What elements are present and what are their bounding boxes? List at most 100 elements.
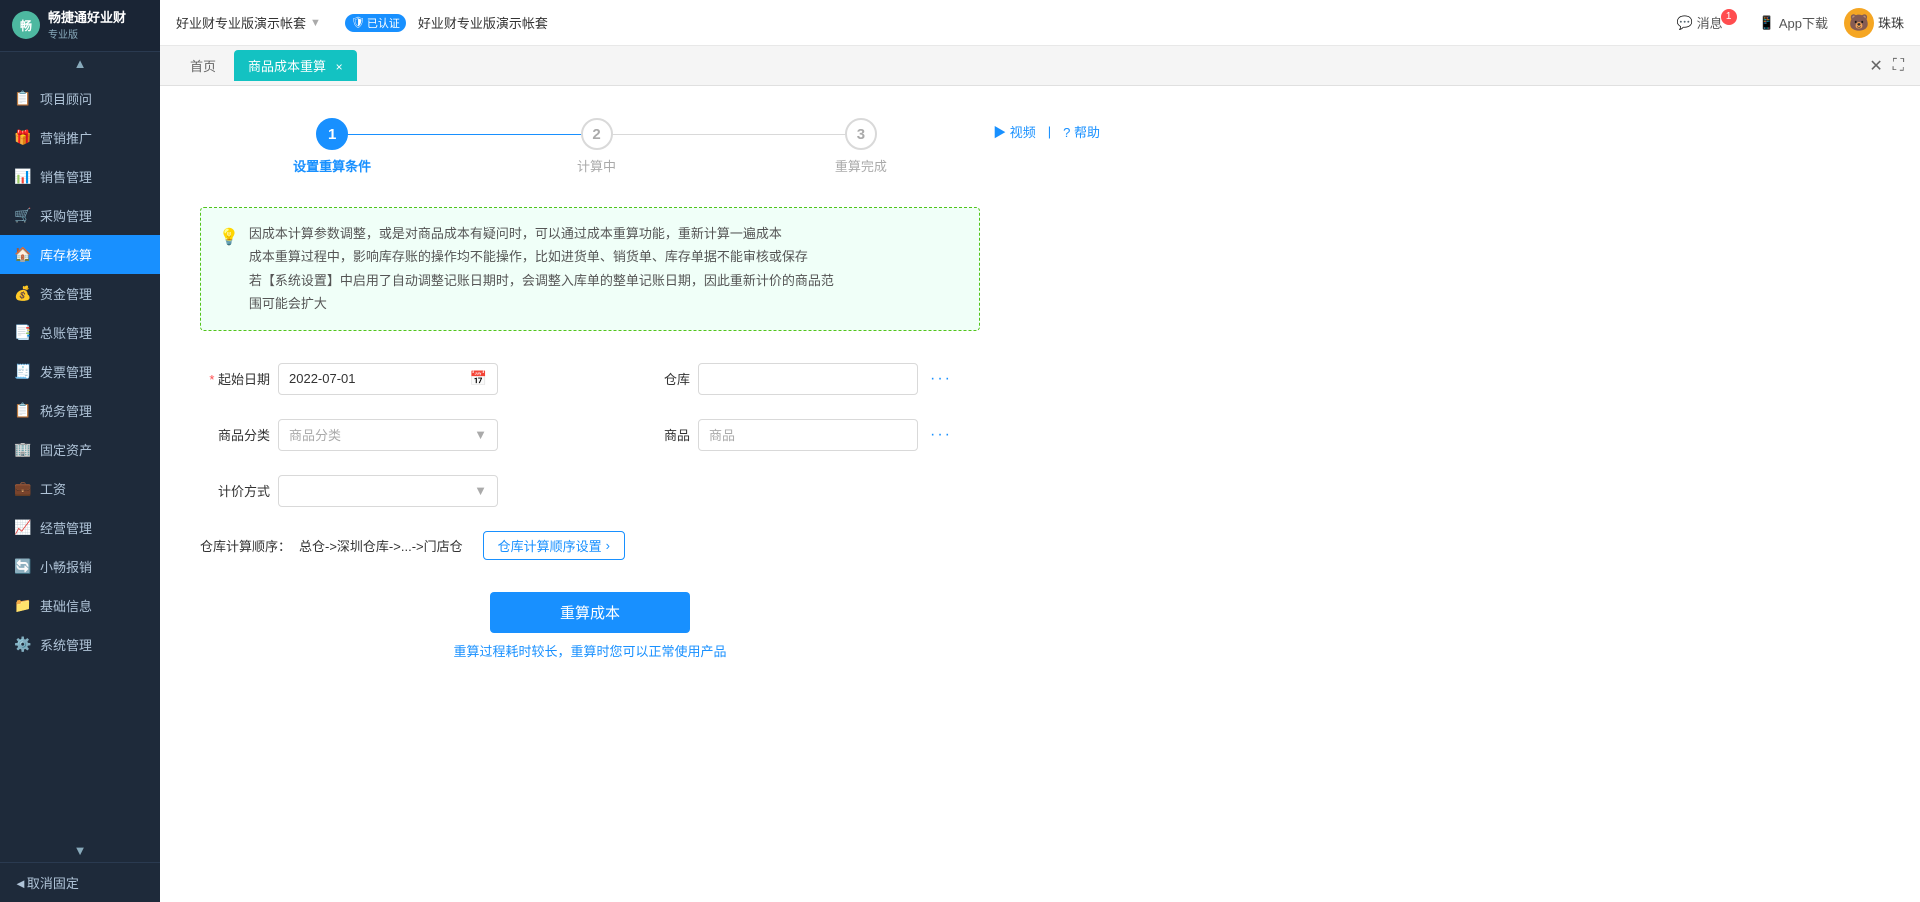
product-label: 商品: [620, 425, 690, 444]
step-2-label: 计算中: [577, 156, 616, 175]
category-select[interactable]: 商品分类 ▼: [278, 419, 498, 451]
topbar-left: 好业财专业版演示帐套 ▼ 🛡 已认证 好业财专业版演示帐套: [176, 13, 548, 32]
warehouse-order-setting-btn[interactable]: 仓库计算顺序设置 ›: [483, 531, 625, 560]
step-2-circle: 2: [581, 118, 613, 150]
tab-recalculate-label: 商品成本重算: [248, 59, 326, 74]
message-action[interactable]: 💬 消息 1: [1676, 13, 1742, 32]
step-3-label: 重算完成: [835, 156, 887, 175]
warehouse-more-icon[interactable]: ···: [930, 370, 952, 388]
notice-line1: 因成本计算参数调整，或是对商品成本有疑问时，可以通过成本重算功能，重新计算一遍成…: [249, 222, 834, 245]
sidebar: 畅 畅捷通好业财 专业版 ▲ 📋 项目顾问 🎁 营销推广 📊 销售管理 🛒 采购…: [0, 0, 160, 902]
sidebar-subtitle: 专业版: [48, 26, 126, 41]
price-method-select[interactable]: ▼: [278, 475, 498, 507]
submit-section: 重算成本 重算过程耗时较长，重算时您可以正常使用产品: [200, 592, 980, 660]
product-placeholder: 商品: [709, 425, 735, 444]
step-2: 2 计算中: [464, 118, 728, 175]
app-download-label: App下载: [1779, 13, 1828, 32]
expense-icon: 🔄: [14, 558, 32, 575]
basic-icon: 📁: [14, 597, 32, 614]
submit-hint: 重算过程耗时较长，重算时您可以正常使用产品: [200, 641, 980, 660]
stepper-steps: 1 设置重算条件 2 计算中 3 重算完成: [200, 118, 993, 175]
sidebar-item-label: 固定资产: [40, 440, 92, 459]
account-dropdown-arrow: ▼: [310, 17, 321, 29]
notice-icon: 💡: [219, 224, 239, 316]
step-3: 3 重算完成: [729, 118, 993, 175]
warehouse-input[interactable]: [698, 363, 918, 395]
sidebar-scroll-down[interactable]: ▼: [0, 839, 160, 862]
notice-text: 因成本计算参数调整，或是对商品成本有疑问时，可以通过成本重算功能，重新计算一遍成…: [249, 222, 834, 316]
tabbar: 首页 商品成本重算 × ✕ ⛶: [160, 46, 1920, 86]
sidebar-item-salary[interactable]: 💼 工资: [0, 469, 160, 508]
warehouse-order-arrow-icon: ›: [606, 538, 610, 553]
sidebar-unpin[interactable]: ◄取消固定: [0, 862, 160, 902]
stepper: 1 设置重算条件 2 计算中 3 重算完成 ▶ 视频 |: [200, 118, 1100, 175]
start-date-value: 2022-07-01: [289, 371, 356, 386]
sidebar-scroll-up[interactable]: ▲: [0, 52, 160, 75]
start-date-input[interactable]: 2022-07-01 📅: [278, 363, 498, 395]
unpin-label: ◄取消固定: [14, 873, 79, 892]
maximize-btn[interactable]: ⛶: [1893, 57, 1904, 75]
sidebar-item-project[interactable]: 📋 项目顾问: [0, 79, 160, 118]
app-download-action[interactable]: 📱 App下载: [1759, 13, 1828, 32]
tabbar-controls: ✕ ⛶: [1869, 56, 1904, 76]
user-profile[interactable]: 🐻 珠珠: [1844, 8, 1904, 38]
category-arrow-icon: ▼: [474, 427, 487, 442]
category-field: 商品分类 商品分类 ▼: [200, 419, 560, 451]
tab-recalculate[interactable]: 商品成本重算 ×: [234, 50, 357, 81]
sidebar-item-label: 工资: [40, 479, 66, 498]
purchase-icon: 🛒: [14, 207, 32, 224]
sidebar-item-label: 采购管理: [40, 206, 92, 225]
sidebar-item-assets[interactable]: 🏢 固定资产: [0, 430, 160, 469]
main-content: 好业财专业版演示帐套 ▼ 🛡 已认证 好业财专业版演示帐套 💬 消息 1 📱 A…: [160, 0, 1920, 902]
tab-close-icon[interactable]: ×: [336, 60, 343, 74]
close-tab-btn[interactable]: ✕: [1869, 56, 1882, 76]
sidebar-item-invoice[interactable]: 🧾 发票管理: [0, 352, 160, 391]
sidebar-item-label: 营销推广: [40, 128, 92, 147]
sidebar-item-marketing[interactable]: 🎁 营销推广: [0, 118, 160, 157]
calendar-icon[interactable]: 📅: [470, 370, 487, 387]
topbar-right: 💬 消息 1 📱 App下载 🐻 珠珠: [1676, 8, 1904, 38]
help-link[interactable]: ? 帮助: [1063, 122, 1100, 141]
sidebar-item-expense[interactable]: 🔄 小畅报销: [0, 547, 160, 586]
sidebar-item-purchase[interactable]: 🛒 采购管理: [0, 196, 160, 235]
sidebar-item-finance[interactable]: 💰 资金管理: [0, 274, 160, 313]
notice-line3: 若【系统设置】中启用了自动调整记账日期时，会调整入库单的整单记账日期，因此重新计…: [249, 269, 834, 292]
start-date-field: 起始日期 2022-07-01 📅: [200, 363, 560, 395]
tab-home[interactable]: 首页: [176, 50, 230, 81]
product-input[interactable]: 商品: [698, 419, 918, 451]
price-method-arrow-icon: ▼: [474, 483, 487, 498]
sidebar-item-label: 发票管理: [40, 362, 92, 381]
sidebar-nav: 📋 项目顾问 🎁 营销推广 📊 销售管理 🛒 采购管理 🏠 库存核算 💰 资金管…: [0, 75, 160, 839]
submit-btn-label: 重算成本: [560, 605, 620, 622]
sidebar-item-label: 总账管理: [40, 323, 92, 342]
tab-home-label: 首页: [190, 59, 216, 74]
stepper-help: ▶ 视频 | ? 帮助: [993, 118, 1100, 141]
product-more-icon[interactable]: ···: [930, 426, 952, 444]
sidebar-item-operation[interactable]: 📈 经营管理: [0, 508, 160, 547]
sidebar-item-accounting[interactable]: 📑 总账管理: [0, 313, 160, 352]
message-label: 消息: [1697, 13, 1723, 32]
sidebar-item-tax[interactable]: 📋 税务管理: [0, 391, 160, 430]
submit-btn[interactable]: 重算成本: [490, 592, 690, 633]
warehouse-order-label: 仓库计算顺序：: [200, 536, 291, 555]
account-selector[interactable]: 好业财专业版演示帐套 ▼: [176, 13, 321, 32]
company-name: 好业财专业版演示帐套: [418, 13, 548, 32]
video-link[interactable]: ▶ 视频: [993, 122, 1036, 141]
inventory-icon: 🏠: [14, 246, 32, 263]
avatar: 🐻: [1844, 8, 1874, 38]
sidebar-item-basic[interactable]: 📁 基础信息: [0, 586, 160, 625]
step-1-label: 设置重算条件: [293, 156, 371, 175]
user-name: 珠珠: [1878, 13, 1904, 32]
verified-badge: 🛡 已认证: [345, 14, 406, 32]
form-row-1: 起始日期 2022-07-01 📅 仓库 ···: [200, 363, 980, 395]
verified-text: 已认证: [367, 15, 400, 31]
sidebar-item-sales[interactable]: 📊 销售管理: [0, 157, 160, 196]
sidebar-item-inventory[interactable]: 🏠 库存核算: [0, 235, 160, 274]
sidebar-item-label: 项目顾问: [40, 89, 92, 108]
sidebar-item-label: 税务管理: [40, 401, 92, 420]
tax-icon: 📋: [14, 402, 32, 419]
step-1: 1 设置重算条件: [200, 118, 464, 175]
sidebar-item-system[interactable]: ⚙️ 系统管理: [0, 625, 160, 664]
sidebar-item-label: 资金管理: [40, 284, 92, 303]
accounting-icon: 📑: [14, 324, 32, 341]
